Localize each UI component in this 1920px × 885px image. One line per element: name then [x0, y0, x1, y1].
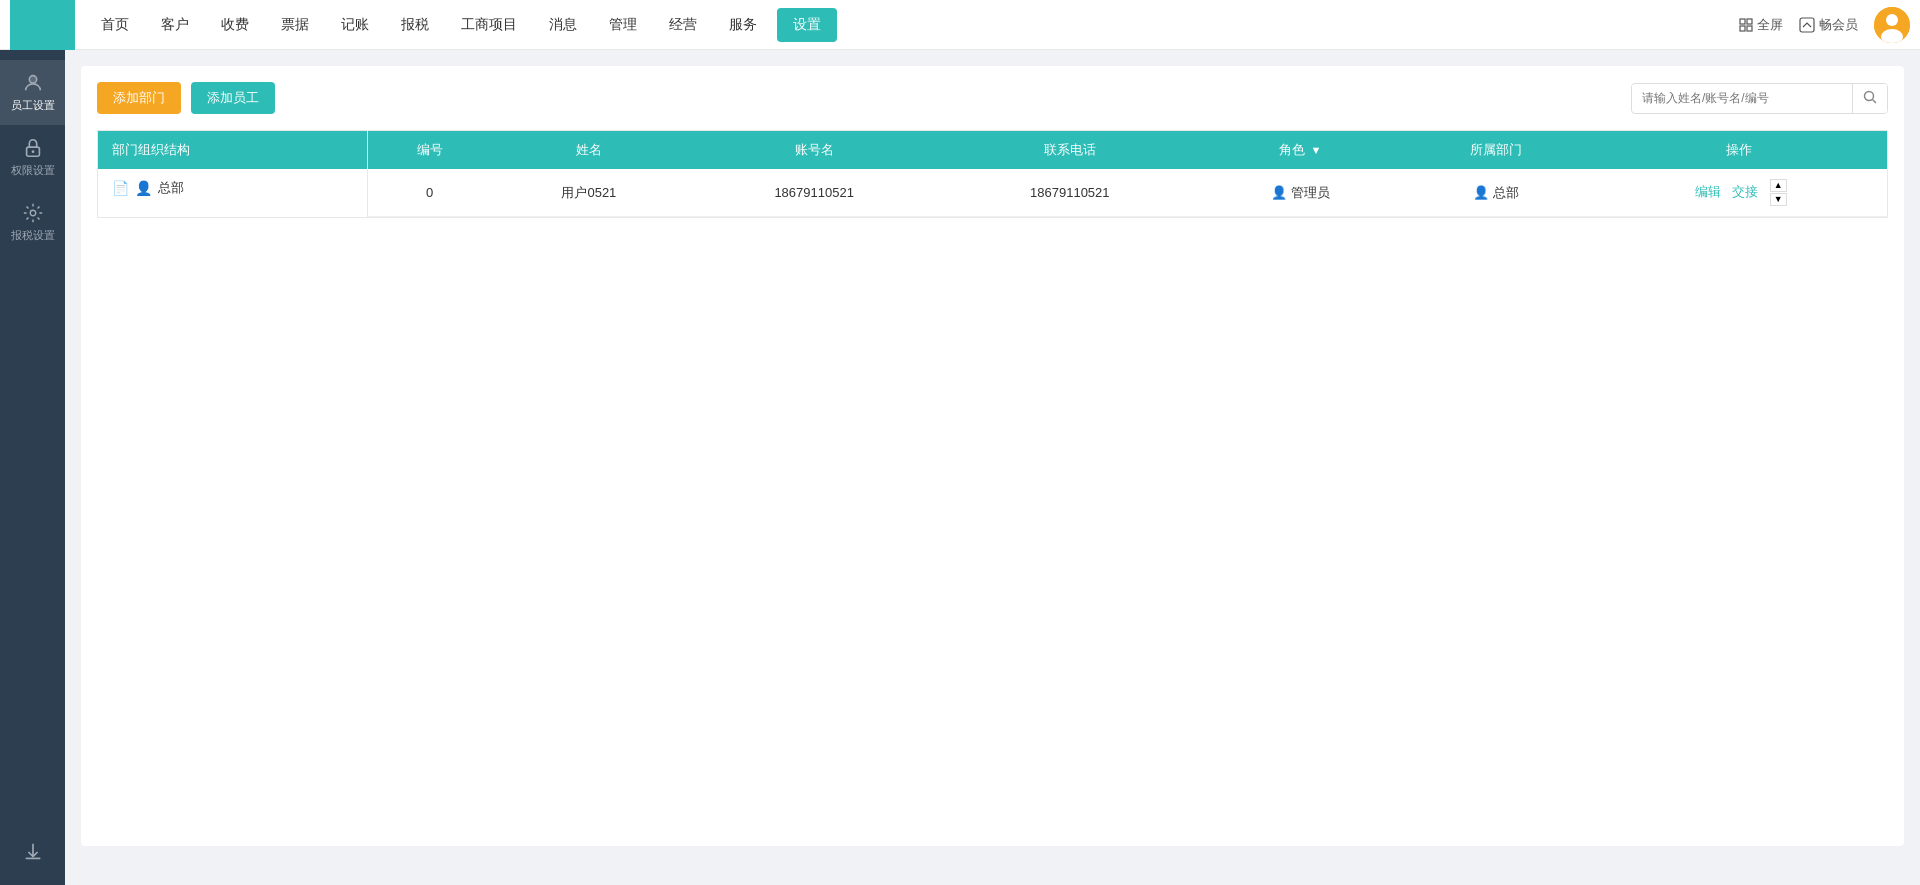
- page-container: 添加部门 添加员工 部门组织结构 📄 👤 总部: [81, 66, 1904, 846]
- col-action: 操作: [1590, 131, 1887, 169]
- col-name: 姓名: [491, 131, 686, 169]
- cell-phone: 18679110521: [942, 169, 1198, 217]
- table-header-row: 编号 姓名 账号名 联系电话 角色 ▼ 所属部门 操作: [368, 131, 1887, 169]
- emp-table: 编号 姓名 账号名 联系电话 角色 ▼ 所属部门 操作: [368, 131, 1887, 217]
- svg-rect-4: [1747, 26, 1752, 31]
- dept-user-icon: 👤: [1473, 185, 1489, 200]
- col-phone: 联系电话: [942, 131, 1198, 169]
- svg-point-13: [30, 210, 36, 216]
- nav-service[interactable]: 服务: [713, 0, 773, 50]
- member-button[interactable]: 畅会员: [1799, 16, 1858, 34]
- nav-operation[interactable]: 经营: [653, 0, 713, 50]
- nav-tax[interactable]: 报税: [385, 0, 445, 50]
- search-icon: [1863, 90, 1877, 104]
- svg-point-14: [1865, 91, 1874, 100]
- tree-item-root[interactable]: 📄 👤 总部: [98, 169, 367, 207]
- cell-role: 👤 管理员: [1198, 169, 1403, 217]
- nav-manage[interactable]: 管理: [593, 0, 653, 50]
- toolbar: 添加部门 添加员工: [97, 82, 1888, 114]
- nav-bill[interactable]: 票据: [265, 0, 325, 50]
- scroll-up-btn[interactable]: ▲: [1770, 179, 1787, 192]
- cell-name: 用户0521: [491, 169, 686, 217]
- dept-tree: 部门组织结构 📄 👤 总部: [98, 131, 368, 217]
- cell-dept: 👤 总部: [1403, 169, 1591, 217]
- main-content: 添加部门 添加员工 部门组织结构 📄 👤 总部: [65, 50, 1920, 885]
- sidebar-download[interactable]: [0, 829, 65, 875]
- sidebar-employee-label: 员工设置: [11, 98, 55, 113]
- scroll-arrows: ▲ ▼: [1770, 179, 1787, 206]
- dept-label: 总部: [158, 179, 184, 197]
- table-row: 0 用户0521 18679110521 18679110521 👤 管理员 👤…: [368, 169, 1887, 217]
- avatar[interactable]: [1874, 7, 1910, 43]
- permission-icon: [22, 137, 44, 159]
- svg-rect-10: [30, 77, 36, 83]
- add-dept-button[interactable]: 添加部门: [97, 82, 181, 114]
- role-col-label: 角色: [1279, 142, 1305, 157]
- member-icon: [1799, 17, 1815, 33]
- filter-icon: ▼: [1310, 144, 1321, 156]
- user-icon: 👤: [135, 180, 152, 196]
- add-emp-button[interactable]: 添加员工: [191, 82, 275, 114]
- nav-right: 全屏 畅会员: [1739, 7, 1910, 43]
- edit-link[interactable]: 编辑: [1695, 184, 1721, 199]
- fullscreen-label: 全屏: [1757, 16, 1783, 34]
- sidebar-item-tax-settings[interactable]: 报税设置: [0, 190, 65, 255]
- sidebar-tax-label: 报税设置: [11, 228, 55, 243]
- nav-fee[interactable]: 收费: [205, 0, 265, 50]
- cell-actions: 编辑 交接 ▲ ▼: [1590, 169, 1887, 217]
- sidebar-bottom: [0, 829, 65, 885]
- nav-settings[interactable]: 设置: [777, 8, 837, 42]
- employee-icon: [22, 72, 44, 94]
- svg-text:ThEI: ThEI: [32, 21, 54, 32]
- logo: ThEI: [10, 0, 75, 50]
- svg-rect-1: [1740, 19, 1745, 24]
- top-nav: ThEI 首页 客户 收费 票据 记账 报税 工商项目 消息 管理 经营 服务 …: [0, 0, 1920, 50]
- nav-home[interactable]: 首页: [85, 0, 145, 50]
- nav-bookkeeping[interactable]: 记账: [325, 0, 385, 50]
- member-label: 畅会员: [1819, 16, 1858, 34]
- nav-message[interactable]: 消息: [533, 0, 593, 50]
- content-layout: 部门组织结构 📄 👤 总部 编号 姓名 账号名 联系电话: [97, 130, 1888, 218]
- sidebar-item-permission[interactable]: 权限设置: [0, 125, 65, 190]
- cell-account: 18679110521: [686, 169, 942, 217]
- role-value: 管理员: [1291, 184, 1330, 202]
- logo-icon: ThEI: [25, 7, 61, 43]
- tax-settings-icon: [22, 202, 44, 224]
- nav-items: 首页 客户 收费 票据 记账 报税 工商项目 消息 管理 经营 服务 设置: [85, 0, 1739, 50]
- svg-rect-2: [1747, 19, 1752, 24]
- download-icon: [22, 841, 44, 863]
- dept-tree-header: 部门组织结构: [98, 131, 367, 169]
- role-user-icon: 👤: [1271, 185, 1287, 200]
- file-icon: 📄: [112, 180, 129, 196]
- nav-customer[interactable]: 客户: [145, 0, 205, 50]
- col-dept: 所属部门: [1403, 131, 1591, 169]
- search-box: [1631, 83, 1888, 114]
- transfer-link[interactable]: 交接: [1732, 184, 1758, 199]
- col-account: 账号名: [686, 131, 942, 169]
- avatar-icon: [1874, 7, 1910, 43]
- search-input[interactable]: [1632, 85, 1852, 111]
- fullscreen-icon: [1739, 18, 1753, 32]
- fullscreen-button[interactable]: 全屏: [1739, 16, 1783, 34]
- nav-business[interactable]: 工商项目: [445, 0, 533, 50]
- scroll-down-btn[interactable]: ▼: [1770, 193, 1787, 206]
- svg-point-12: [31, 150, 34, 153]
- cell-id: 0: [368, 169, 491, 217]
- employee-table: 编号 姓名 账号名 联系电话 角色 ▼ 所属部门 操作: [368, 131, 1887, 217]
- dept-value: 总部: [1493, 184, 1519, 202]
- col-id: 编号: [368, 131, 491, 169]
- sidebar-permission-label: 权限设置: [11, 163, 55, 178]
- sidebar: 员工设置 权限设置 报税设置: [0, 50, 65, 885]
- col-role[interactable]: 角色 ▼: [1198, 131, 1403, 169]
- svg-rect-5: [1800, 18, 1814, 32]
- svg-point-7: [1886, 14, 1898, 26]
- search-button[interactable]: [1852, 84, 1887, 113]
- svg-line-15: [1873, 99, 1877, 103]
- svg-rect-3: [1740, 26, 1745, 31]
- sidebar-item-employee[interactable]: 员工设置: [0, 60, 65, 125]
